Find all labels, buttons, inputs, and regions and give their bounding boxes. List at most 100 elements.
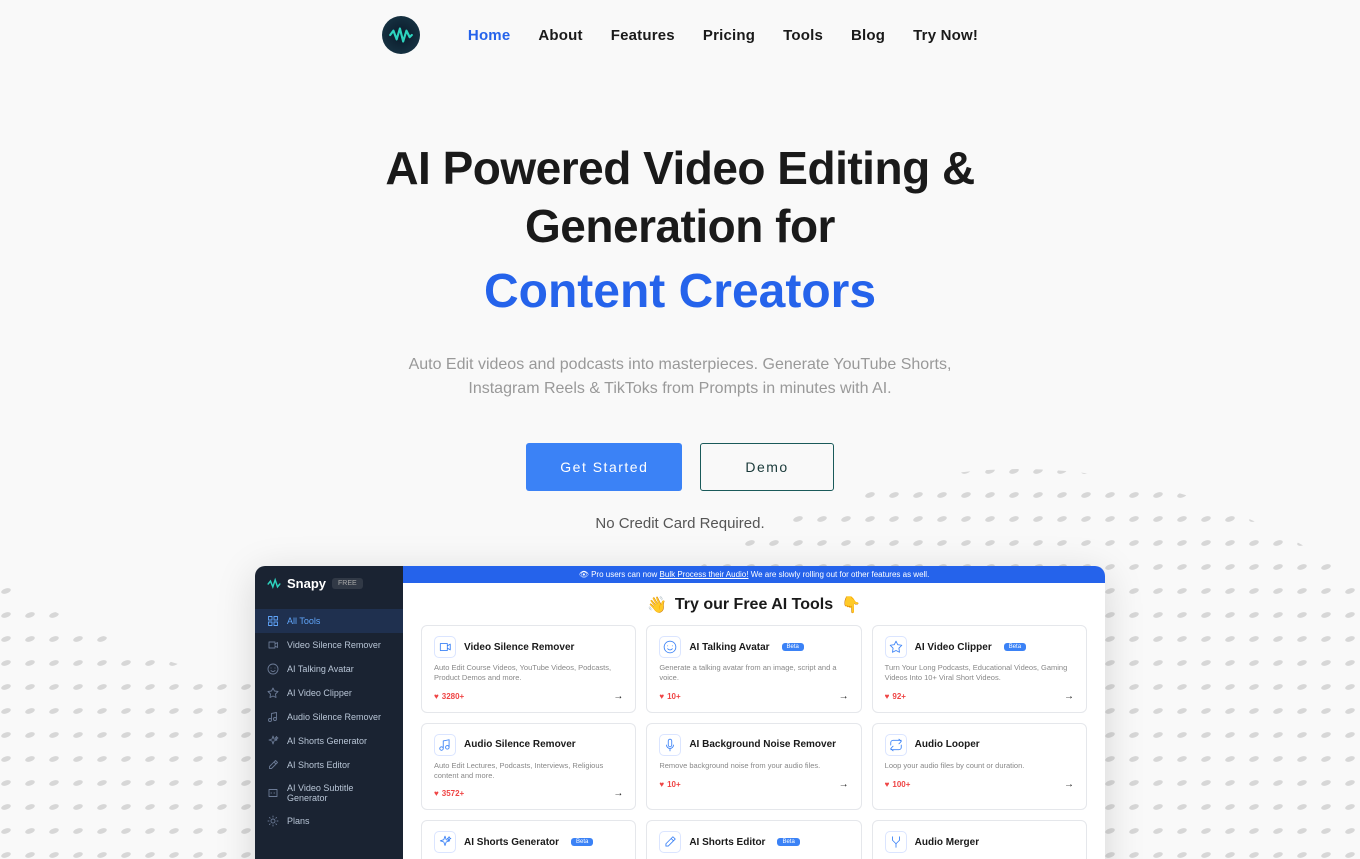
tool-icon (885, 831, 907, 853)
sidebar-logo-icon (267, 577, 281, 591)
tool-likes: ♥ 3572+ (434, 789, 464, 798)
star-icon (889, 640, 903, 654)
music-icon (267, 711, 279, 723)
nav-tools[interactable]: Tools (783, 27, 823, 44)
cta-note: No Credit Card Required. (0, 515, 1360, 532)
get-started-button[interactable]: Get Started (526, 443, 682, 491)
arrow-right-icon: → (613, 788, 623, 799)
tool-description: Turn Your Long Podcasts, Educational Vid… (885, 663, 1074, 683)
main-title-row: 👋 Try our Free AI Tools 👇 (403, 583, 1105, 625)
sidebar-item-label: AI Shorts Editor (287, 760, 350, 770)
gear-icon (267, 815, 279, 827)
arrow-right-icon: → (839, 779, 849, 790)
star-icon (267, 687, 279, 699)
tool-icon (885, 734, 907, 756)
beta-badge: Beta (777, 838, 799, 846)
sidebar-item-ai-talking-avatar[interactable]: AI Talking Avatar (255, 657, 403, 681)
wave-emoji-icon: 👋 (647, 595, 667, 615)
tool-name: Audio Silence Remover (464, 739, 576, 750)
sidebar-item-label: AI Talking Avatar (287, 664, 354, 674)
edit-icon (663, 835, 677, 849)
nav-blog[interactable]: Blog (851, 27, 885, 44)
tool-card-audio-looper[interactable]: Audio Looper Loop your audio files by co… (872, 723, 1087, 811)
app-preview: Snapy FREE All Tools Video Silence Remove… (255, 566, 1105, 859)
tool-card-ai-video-clipper[interactable]: AI Video Clipper Beta Turn Your Long Pod… (872, 625, 1087, 713)
nav-about[interactable]: About (538, 27, 582, 44)
sidebar-item-label: Audio Silence Remover (287, 712, 381, 722)
tool-card-ai-talking-avatar[interactable]: AI Talking Avatar Beta Generate a talkin… (646, 625, 861, 713)
heart-icon: ♥ (659, 780, 664, 789)
sidebar-item-ai-video-subtitle-generator[interactable]: AI Video Subtitle Generator (255, 777, 403, 809)
sidebar-item-ai-shorts-editor[interactable]: AI Shorts Editor (255, 753, 403, 777)
tool-likes: ♥ 92+ (885, 692, 906, 701)
hero-subtitle: Auto Edit videos and podcasts into maste… (0, 353, 1360, 401)
tool-icon (434, 831, 456, 853)
cc-icon (267, 787, 279, 799)
tool-likes: ♥ 3280+ (434, 692, 464, 701)
tool-card-ai-shorts-editor[interactable]: AI Shorts Editor Beta Auto Edit Your Tra… (646, 820, 861, 859)
hero-section: AI Powered Video Editing & Generation fo… (0, 70, 1360, 532)
tool-name: Audio Looper (915, 739, 980, 750)
tool-description: Auto Edit Course Videos, YouTube Videos,… (434, 663, 623, 683)
beta-badge: Beta (1004, 643, 1026, 651)
tool-likes: ♥ 10+ (659, 780, 680, 789)
edit-icon (267, 759, 279, 771)
tool-name: Audio Merger (915, 837, 979, 848)
sidebar-item-label: Plans (287, 816, 310, 826)
sparkle-icon (267, 735, 279, 747)
tool-card-ai-shorts-generator[interactable]: AI Shorts Generator Beta Generate Educat… (421, 820, 636, 859)
nav-features[interactable]: Features (611, 27, 675, 44)
tool-card-audio-merger[interactable]: Audio Merger Merge multiple audio files … (872, 820, 1087, 859)
sidebar-item-video-silence-remover[interactable]: Video Silence Remover (255, 633, 403, 657)
sidebar-brand: Snapy (287, 576, 326, 591)
sidebar-item-all-tools[interactable]: All Tools (255, 609, 403, 633)
sidebar-item-label: AI Video Clipper (287, 688, 352, 698)
arrow-right-icon: → (1064, 691, 1074, 702)
nav-home[interactable]: Home (468, 27, 510, 44)
smile-icon (663, 640, 677, 654)
tool-name: AI Video Clipper (915, 642, 992, 653)
heart-icon: ♥ (659, 692, 664, 701)
pro-banner: 👁 Pro users can now Bulk Process their A… (403, 566, 1105, 583)
logo-wave-icon (388, 22, 414, 48)
loop-icon (889, 738, 903, 752)
hero-title: AI Powered Video Editing & Generation fo… (0, 140, 1360, 255)
demo-button[interactable]: Demo (700, 443, 833, 491)
sidebar-item-audio-silence-remover[interactable]: Audio Silence Remover (255, 705, 403, 729)
main-nav: Home About Features Pricing Tools Blog T… (0, 0, 1360, 70)
arrow-right-icon: → (839, 691, 849, 702)
tool-icon (434, 734, 456, 756)
sidebar-item-plans[interactable]: Plans (255, 809, 403, 833)
sidebar-item-ai-video-clipper[interactable]: AI Video Clipper (255, 681, 403, 705)
tool-card-ai-background-noise-remover[interactable]: AI Background Noise Remover Remove backg… (646, 723, 861, 811)
tool-card-audio-silence-remover[interactable]: Audio Silence Remover Auto Edit Lectures… (421, 723, 636, 811)
tool-description: Auto Edit Lectures, Podcasts, Interviews… (434, 761, 623, 781)
tool-name: AI Shorts Generator (464, 837, 559, 848)
sidebar-item-label: AI Video Subtitle Generator (287, 783, 391, 803)
point-down-emoji-icon: 👇 (841, 595, 861, 615)
main-title: Try our Free AI Tools (675, 596, 833, 614)
logo[interactable] (382, 16, 420, 54)
sidebar-item-label: Video Silence Remover (287, 640, 381, 650)
sparkle-icon (438, 835, 452, 849)
tool-name: Video Silence Remover (464, 642, 574, 653)
grid-icon (267, 615, 279, 627)
tool-card-video-silence-remover[interactable]: Video Silence Remover Auto Edit Course V… (421, 625, 636, 713)
heart-icon: ♥ (434, 692, 439, 701)
tool-name: AI Talking Avatar (689, 642, 769, 653)
sidebar-header: Snapy FREE (255, 566, 403, 601)
beta-badge: Beta (782, 643, 804, 651)
nav-pricing[interactable]: Pricing (703, 27, 755, 44)
video-icon (438, 640, 452, 654)
sidebar-item-ai-shorts-generator[interactable]: AI Shorts Generator (255, 729, 403, 753)
tool-icon (434, 636, 456, 658)
heart-icon: ♥ (885, 780, 890, 789)
tool-name: AI Shorts Editor (689, 837, 765, 848)
nav-try-now[interactable]: Try Now! (913, 27, 978, 44)
tool-description: Generate a talking avatar from an image,… (659, 663, 848, 683)
arrow-right-icon: → (1064, 779, 1074, 790)
sidebar-free-badge: FREE (332, 578, 363, 589)
mic-icon (663, 738, 677, 752)
smile-icon (267, 663, 279, 675)
cta-row: Get Started Demo (0, 443, 1360, 491)
